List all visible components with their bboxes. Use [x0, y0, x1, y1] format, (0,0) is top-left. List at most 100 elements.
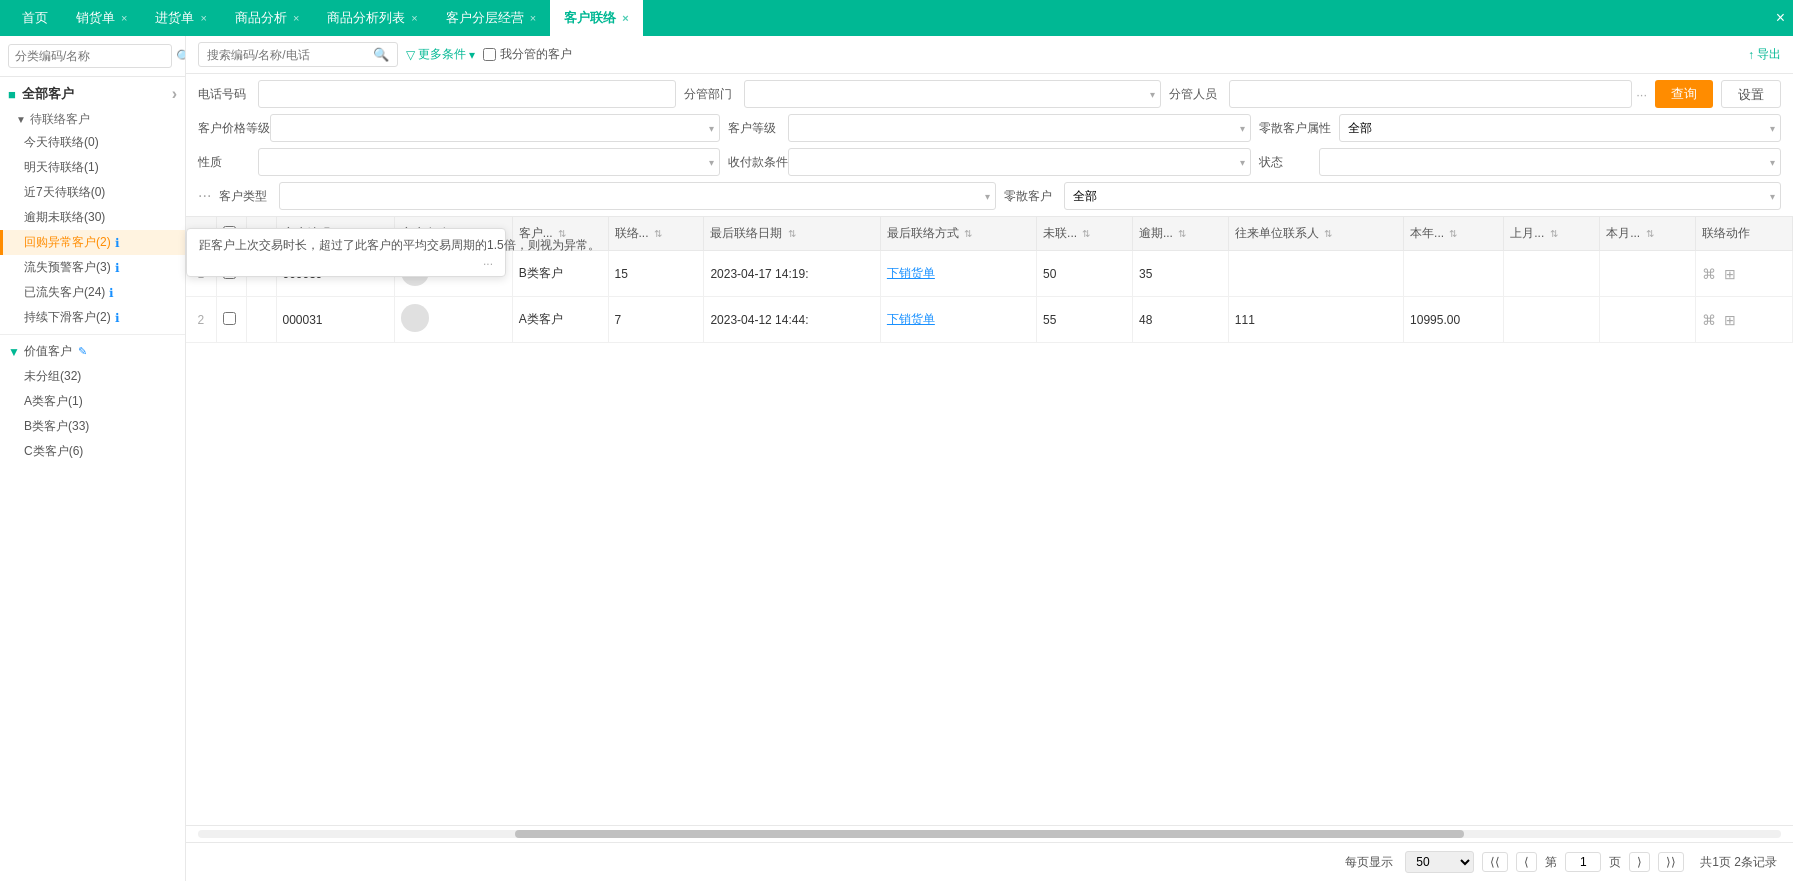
filter-payment-select[interactable] — [788, 148, 1250, 176]
per-page-label: 每页显示 — [1345, 854, 1393, 871]
filter-price-level-field: 客户价格等级 一级二级 ▾ — [198, 114, 720, 142]
next-page-btn[interactable]: ⟩ — [1629, 852, 1650, 872]
sidebar-unclassified[interactable]: 未分组(32) — [0, 364, 185, 389]
sidebar-declining[interactable]: 持续下滑客户(2) ℹ — [0, 305, 185, 330]
col-this-year[interactable]: 本年... ⇅ — [1404, 217, 1504, 251]
filter-price-level-select[interactable]: 一级二级 — [270, 114, 720, 142]
nav-purchase[interactable]: 进货单 × — [141, 0, 220, 36]
col-last-contact-date[interactable]: 最后联络日期 ⇅ — [704, 217, 880, 251]
filter-customer-level-wrapper: A类B类C类 ▾ — [788, 114, 1250, 142]
sidebar-churned[interactable]: 已流失客户(24) ℹ — [0, 280, 185, 305]
close-purchase-tab[interactable]: × — [200, 12, 206, 24]
sidebar-churn-warning[interactable]: 流失预警客户(3) ℹ — [0, 255, 185, 280]
nav-customer-tier[interactable]: 客户分层经营 × — [432, 0, 550, 36]
filter-retail-attr-select[interactable]: 全部是否 — [1339, 114, 1781, 142]
churned-info-icon[interactable]: ℹ — [109, 286, 114, 300]
horizontal-scrollbar-thumb[interactable] — [515, 830, 1465, 838]
col-last-month[interactable]: 上月... ⇅ — [1504, 217, 1600, 251]
sidebar-today-pending[interactable]: 今天待联络(0) — [0, 130, 185, 155]
sidebar-a-class[interactable]: A类客户(1) — [0, 389, 185, 414]
filter-retail-attr-field: 零散客户属性 全部是否 ▾ — [1259, 114, 1781, 142]
row-2-grid-icon[interactable]: ⊞ — [1724, 312, 1736, 328]
nav-home[interactable]: 首页 — [8, 0, 62, 36]
filter-manager-input[interactable] — [1229, 80, 1632, 108]
sidebar-search-input[interactable] — [8, 44, 172, 68]
row-1-this-month — [1600, 251, 1696, 297]
sidebar-7days-pending[interactable]: 近7天待联络(0) — [0, 180, 185, 205]
extra-more-icon[interactable]: ··· — [198, 187, 211, 205]
sidebar-repurchase-anomaly[interactable]: 回购异常客户(2) ℹ — [0, 230, 185, 255]
more-conditions-btn[interactable]: ▽ 更多条件 ▾ — [406, 46, 475, 63]
churn-warning-icon[interactable]: ℹ — [115, 261, 120, 275]
col-company-contacts[interactable]: 往来单位联系人 ⇅ — [1228, 217, 1403, 251]
filter-retail-customer-select[interactable]: 全部是否 — [1064, 182, 1781, 210]
close-customer-tier-tab[interactable]: × — [530, 12, 536, 24]
row-2-overdue: 48 — [1132, 297, 1228, 343]
filter-status-select[interactable] — [1319, 148, 1781, 176]
col-this-month[interactable]: 本月... ⇅ — [1600, 217, 1696, 251]
filter-nature-select[interactable] — [258, 148, 720, 176]
filter-phone-input[interactable] — [258, 80, 676, 108]
last-page-btn[interactable]: ⟩⟩ — [1658, 852, 1684, 872]
close-customer-contact-tab[interactable]: × — [622, 12, 628, 24]
page-number-input[interactable] — [1565, 852, 1601, 872]
value-customers-edit-icon[interactable]: ✎ — [78, 345, 87, 358]
filter-dept-select[interactable]: 销售部市场部 — [744, 80, 1162, 108]
row-1-method-link[interactable]: 下销货单 — [887, 266, 935, 280]
repurchase-info-icon[interactable]: ℹ — [115, 236, 120, 250]
col-action: 联络动作 — [1696, 217, 1793, 251]
manager-more-icon[interactable]: ··· — [1636, 87, 1647, 102]
sort-method-icon: ⇅ — [964, 228, 972, 239]
sidebar-overdue-pending[interactable]: 逾期未联络(30) — [0, 205, 185, 230]
row-1-last-month — [1504, 251, 1600, 297]
col-overdue[interactable]: 逾期... ⇅ — [1132, 217, 1228, 251]
horizontal-scrollbar[interactable] — [198, 830, 1781, 838]
nav-sales[interactable]: 销货单 × — [62, 0, 141, 36]
settings-button[interactable]: 设置 — [1721, 80, 1781, 108]
sort-company-icon: ⇅ — [1324, 228, 1332, 239]
sort-date-icon: ⇅ — [788, 228, 796, 239]
col-unreached[interactable]: 未联... ⇅ — [1037, 217, 1133, 251]
col-contact-count[interactable]: 联络... ⇅ — [608, 217, 704, 251]
row-1-grid-icon[interactable]: ⊞ — [1724, 266, 1736, 282]
sort-overdue-icon: ⇅ — [1178, 228, 1186, 239]
filter-customer-type-select[interactable] — [279, 182, 996, 210]
sidebar-search-icon[interactable]: 🔍 — [176, 49, 186, 64]
prev-page-btn[interactable]: ⟨ — [1516, 852, 1537, 872]
row-2-method-link[interactable]: 下销货单 — [887, 312, 935, 326]
col-last-contact-method[interactable]: 最后联络方式 ⇅ — [880, 217, 1036, 251]
query-button[interactable]: 查询 — [1655, 80, 1713, 108]
row-1-overdue: 35 — [1132, 251, 1228, 297]
nav-customer-contact[interactable]: 客户联络 × — [550, 0, 642, 36]
my-customers-checkbox[interactable] — [483, 48, 496, 61]
sidebar-c-class[interactable]: C类客户(6) — [0, 439, 185, 464]
filter-customer-level-select[interactable]: A类B类C类 — [788, 114, 1250, 142]
export-btn[interactable]: ↑ 导出 — [1748, 46, 1781, 63]
first-page-btn[interactable]: ⟨⟨ — [1482, 852, 1508, 872]
declining-info-icon[interactable]: ℹ — [115, 311, 120, 325]
sidebar-expand-btn[interactable]: › — [172, 85, 177, 103]
filter-search-input[interactable] — [207, 48, 373, 62]
horizontal-scroll-area[interactable] — [186, 825, 1793, 842]
close-product-analysis-tab[interactable]: × — [293, 12, 299, 24]
all-customers-label: 全部客户 — [22, 85, 74, 103]
nav-product-analysis[interactable]: 商品分析 × — [221, 0, 313, 36]
pending-contact-group[interactable]: ▼ 待联络客户 — [0, 107, 185, 130]
filter-search-icon[interactable]: 🔍 — [373, 47, 389, 62]
close-product-analysis-list-tab[interactable]: × — [411, 12, 417, 24]
tooltip-close-icon[interactable]: ... — [483, 254, 493, 268]
filter-nature-field: 性质 ▾ — [198, 148, 720, 176]
filter-retail-attr-label: 零散客户属性 — [1259, 120, 1339, 137]
close-sales-tab[interactable]: × — [121, 12, 127, 24]
window-close-button[interactable]: × — [1776, 9, 1785, 27]
row-1-link-icon[interactable]: ⌘ — [1702, 266, 1716, 282]
sidebar-b-class[interactable]: B类客户(33) — [0, 414, 185, 439]
per-page-select[interactable]: 50 100 200 — [1405, 851, 1474, 873]
value-customers-group[interactable]: ▼ 价值客户 ✎ — [0, 339, 185, 364]
sidebar-tomorrow-pending[interactable]: 明天待联络(1) — [0, 155, 185, 180]
nav-product-analysis-list[interactable]: 商品分析列表 × — [313, 0, 431, 36]
row-2-checkbox[interactable] — [223, 312, 236, 325]
all-customers-header[interactable]: ■ 全部客户 › — [0, 77, 185, 107]
row-2-link-icon[interactable]: ⌘ — [1702, 312, 1716, 328]
row-2-level: A类客户 — [512, 297, 608, 343]
